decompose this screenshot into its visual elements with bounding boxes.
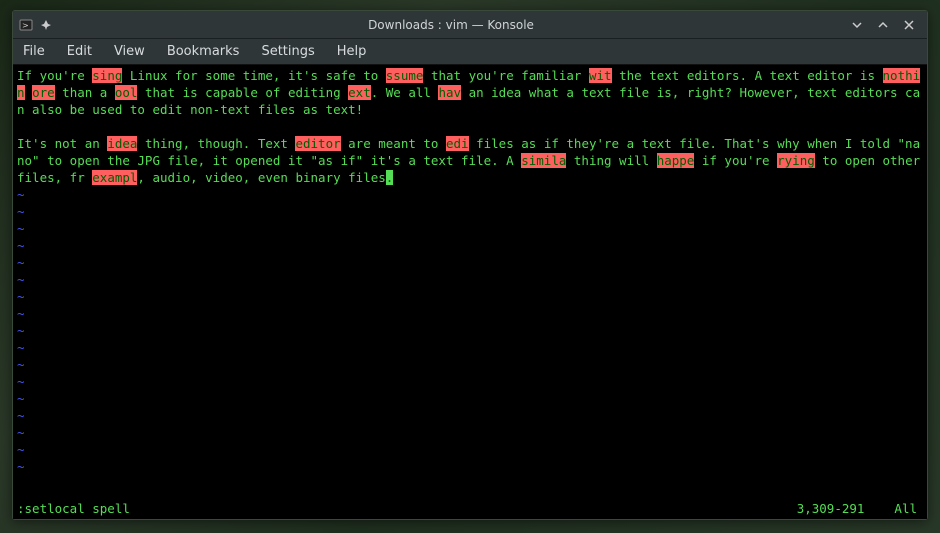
window-controls bbox=[849, 19, 917, 31]
menu-file[interactable]: File bbox=[23, 44, 45, 59]
menu-edit[interactable]: Edit bbox=[67, 44, 92, 59]
spell-error: ool bbox=[115, 85, 138, 100]
spell-error: exampl bbox=[92, 170, 137, 185]
spell-error: idea bbox=[107, 136, 137, 151]
close-button[interactable] bbox=[901, 19, 917, 31]
menu-view[interactable]: View bbox=[114, 44, 145, 59]
command-text: :setlocal spell bbox=[17, 500, 797, 517]
minimize-button[interactable] bbox=[849, 19, 865, 31]
scroll-percent: All bbox=[894, 500, 917, 517]
maximize-button[interactable] bbox=[875, 19, 891, 31]
spell-error: ore bbox=[32, 85, 55, 100]
spell-error: rying bbox=[777, 153, 815, 168]
menubar: File Edit View Bookmarks Settings Help bbox=[13, 39, 927, 65]
spell-error: editor bbox=[295, 136, 340, 151]
menu-bookmarks[interactable]: Bookmarks bbox=[167, 44, 240, 59]
spell-error: ssume bbox=[386, 68, 424, 83]
menu-help[interactable]: Help bbox=[337, 44, 367, 59]
empty-lines: ~ ~ ~ ~ ~ ~ ~ ~ ~ ~ ~ ~ ~ ~ ~ ~ ~ bbox=[17, 187, 25, 474]
app-icon: > bbox=[19, 18, 33, 32]
spell-error: sing bbox=[92, 68, 122, 83]
spell-error: happe bbox=[657, 153, 695, 168]
buffer-text: If you're sing Linux for some time, it's… bbox=[17, 68, 927, 185]
titlebar[interactable]: > Downloads : vim — Konsole bbox=[13, 11, 927, 39]
window-title: Downloads : vim — Konsole bbox=[53, 18, 849, 32]
vim-statusline: :setlocal spell 3,309-291 All bbox=[17, 500, 923, 517]
spell-error: hav bbox=[438, 85, 461, 100]
titlebar-left-icons: > bbox=[19, 18, 53, 32]
menu-settings[interactable]: Settings bbox=[261, 44, 314, 59]
terminal-viewport[interactable]: If you're sing Linux for some time, it's… bbox=[13, 65, 927, 519]
svg-text:>: > bbox=[22, 21, 29, 30]
spell-error: ext bbox=[348, 85, 371, 100]
cursor-position: 3,309-291 bbox=[797, 500, 865, 517]
konsole-window: > Downloads : vim — Konsole File Edit Vi… bbox=[12, 10, 928, 520]
spell-error: simila bbox=[521, 153, 566, 168]
spell-error: wit bbox=[589, 68, 612, 83]
cursor: . bbox=[386, 170, 394, 185]
pin-icon[interactable] bbox=[39, 18, 53, 32]
spell-error: edi bbox=[446, 136, 469, 151]
